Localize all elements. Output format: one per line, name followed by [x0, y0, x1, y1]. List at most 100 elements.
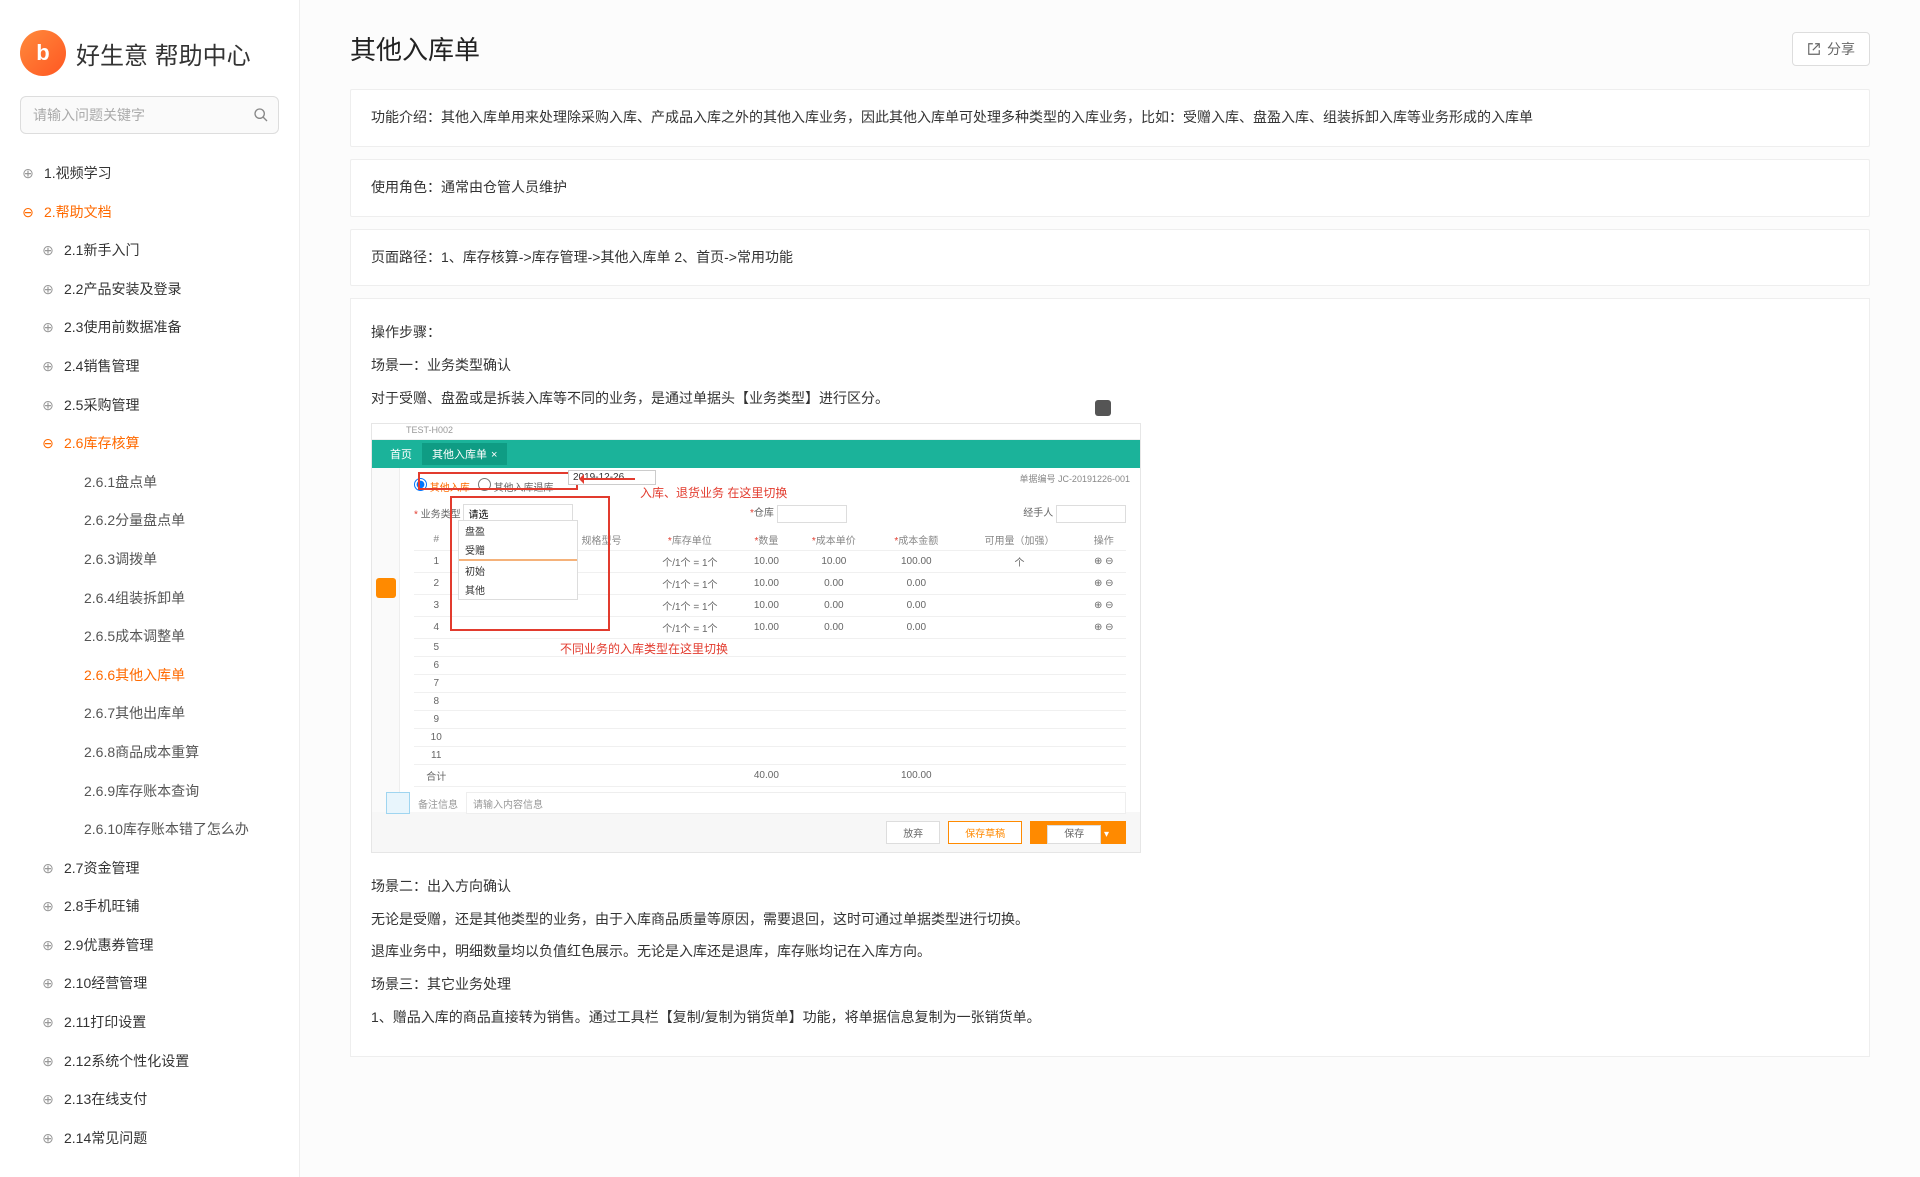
nav-item-2-6-5[interactable]: 2.6.5成本调整单 [84, 617, 279, 656]
nav-label: 2.8手机旺铺 [64, 893, 139, 920]
nav-label: 2.7资金管理 [64, 855, 139, 882]
shot-footer: 备注信息 请输入内容信息 [386, 792, 1126, 814]
share-label: 分享 [1827, 39, 1855, 59]
nav-item-2-6-7[interactable]: 2.6.7其他出库单 [84, 694, 279, 733]
nav-label: 2.6库存核算 [64, 430, 139, 457]
intro-text: 其他入库单用来处理除采购入库、产成品入库之外的其他入库业务，因此其他入库单可处理… [441, 109, 1533, 125]
nav-item-2-4[interactable]: ⊕2.4销售管理 [40, 347, 279, 386]
nav-label: 2.3使用前数据准备 [64, 314, 181, 341]
plus-icon: ⊕ [40, 1053, 56, 1069]
annotation-label-1: 入库、退货业务 在这里切换 [640, 484, 787, 501]
avatar-icon [1095, 400, 1111, 416]
page-title: 其他入库单 [350, 30, 480, 67]
nav-item-2-6-8[interactable]: 2.6.8商品成本重算 [84, 733, 279, 772]
minus-icon: ⊖ [40, 435, 56, 451]
nav-label: 2.5采购管理 [64, 392, 139, 419]
nav-item-2-3[interactable]: ⊕2.3使用前数据准备 [40, 308, 279, 347]
nav-label: 2.帮助文档 [44, 199, 112, 226]
shot-sidebar [372, 468, 400, 812]
shot-test-env: TEST-H002 [372, 425, 453, 435]
shot-buttons: 放弃 保存草稿 保存 ▾ [886, 821, 1126, 844]
shot-tab-home: 首页 [380, 443, 422, 465]
search-wrap [20, 96, 279, 134]
annotation-label-2: 不同业务的入库类型在这里切换 [560, 640, 728, 657]
intro-label: 功能介绍： [371, 109, 441, 125]
nav-label: 1.视频学习 [44, 160, 112, 187]
shot-notes: 请输入内容信息 [466, 792, 1126, 814]
nav-label: 2.1新手入门 [64, 237, 139, 264]
scene1-title: 场景一：业务类型确认 [371, 352, 1849, 379]
plus-icon: ⊕ [40, 976, 56, 992]
path-text: 1、库存核算->库存管理->其他入库单 2、首页->常用功能 [441, 249, 793, 265]
steps-title: 操作步骤： [371, 319, 1849, 346]
share-icon [1807, 42, 1821, 56]
nav-label: 2.6.9库存账本查询 [84, 778, 199, 805]
intro-box: 功能介绍：其他入库单用来处理除采购入库、产成品入库之外的其他入库业务，因此其他入… [350, 89, 1870, 147]
nav-label: 2.6.8商品成本重算 [84, 739, 199, 766]
nav-item-2-14[interactable]: ⊕2.14常见问题 [40, 1119, 279, 1158]
plus-icon: ⊕ [40, 1130, 56, 1146]
search-input[interactable] [20, 96, 279, 134]
nav-item-2-13[interactable]: ⊕ 2.13在线支付 [40, 1080, 279, 1119]
plus-icon: ⊕ [40, 358, 56, 374]
nav-label: 2.13在线支付 [64, 1086, 147, 1113]
nav-item-2-10[interactable]: ⊕2.10经营管理 [40, 964, 279, 1003]
nav-item-2-8[interactable]: ⊕ 2.8手机旺铺 [40, 887, 279, 926]
plus-icon: ⊕ [40, 281, 56, 297]
nav-item-2-5[interactable]: ⊕ 2.5采购管理 [40, 386, 279, 425]
close-icon: × [491, 449, 497, 461]
main-content: 其他入库单 分享 功能介绍：其他入库单用来处理除采购入库、产成品入库之外的其他入… [300, 0, 1920, 1177]
logo-icon: b [20, 30, 66, 76]
nav-label: 2.2产品安装及登录 [64, 276, 181, 303]
site-title: 好生意 帮助中心 [76, 36, 251, 71]
nav-label: 2.6.5成本调整单 [84, 623, 185, 650]
path-box: 页面路径：1、库存核算->库存管理->其他入库单 2、首页->常用功能 [350, 229, 1870, 287]
plus-icon: ⊕ [20, 165, 36, 181]
nav-item-2-2[interactable]: ⊕ 2.2产品安装及登录 [40, 270, 279, 309]
scene2-title: 场景二：出入方向确认 [371, 873, 1849, 900]
nav-label: 2.6.7其他出库单 [84, 700, 185, 727]
nav-label: 2.6.3调拨单 [84, 546, 157, 573]
scene3-text1: 1、赠品入库的商品直接转为销售。通过工具栏【复制/复制为销货单】功能，将单据信息… [371, 1004, 1849, 1031]
nav-item-2-12[interactable]: ⊕2.12系统个性化设置 [40, 1042, 279, 1081]
nav-label: 2.6.1盘点单 [84, 469, 157, 496]
nav-item-2-6[interactable]: ⊖ 2.6库存核算 [40, 424, 279, 463]
shot-btn-draft: 保存草稿 [948, 821, 1022, 844]
nav-item-2-9[interactable]: ⊕ 2.9优惠券管理 [40, 926, 279, 965]
nav-item-2-6-9[interactable]: 2.6.9库存账本查询 [84, 772, 279, 811]
scene2-text1: 无论是受赠，还是其他类型的业务，由于入库商品质量等原因，需要退回，这时可通过单据… [371, 906, 1849, 933]
nav-item-2-1[interactable]: ⊕ 2.1新手入门 [40, 231, 279, 270]
site-logo-row: b 好生意 帮助中心 [20, 30, 279, 76]
nav-item-2-6-3[interactable]: 2.6.3调拨单 [84, 540, 279, 579]
nav-item-2-6-6[interactable]: 2.6.6其他入库单 [84, 656, 279, 695]
share-button[interactable]: 分享 [1792, 32, 1870, 66]
nav-item-2-6-1[interactable]: 2.6.1盘点单 [84, 463, 279, 502]
arrow-icon [580, 478, 635, 480]
plus-icon: ⊕ [40, 1092, 56, 1108]
nav-item-2-6-10[interactable]: 2.6.10库存账本错了怎么办 [84, 810, 279, 849]
scene2-text2: 退库业务中，明细数量均以负值红色展示。无论是入库还是退库，库存账均记在入库方向。 [371, 938, 1849, 965]
plus-icon: ⊕ [40, 397, 56, 413]
shot-tab-current: 其他入库单× [422, 443, 507, 465]
nav-label: 2.6.2分量盘点单 [84, 507, 185, 534]
nav-item-docs[interactable]: ⊖2.帮助文档 [20, 193, 279, 232]
nav-label: 2.6.4组装拆卸单 [84, 585, 185, 612]
nav-label: 2.6.10库存账本错了怎么办 [84, 816, 249, 843]
nav-item-2-6-2[interactable]: 2.6.2分量盘点单 [84, 501, 279, 540]
nav-item-2-6-4[interactable]: 2.6.4组装拆卸单 [84, 579, 279, 618]
annotation-box [418, 472, 578, 490]
nav-item-2-11[interactable]: ⊕2.11打印设置 [40, 1003, 279, 1042]
plus-icon: ⊕ [40, 899, 56, 915]
nav-label: 2.9优惠券管理 [64, 932, 153, 959]
scene3-title: 场景三：其它业务处理 [371, 971, 1849, 998]
plus-icon: ⊕ [40, 242, 56, 258]
shot-tabbar: 首页 其他入库单× App下载 应用管理 帮助中心 CC [372, 440, 1140, 468]
role-text: 通常由仓管人员维护 [441, 179, 567, 195]
shot-dropdown: 盘盈 受赠 初始 其他 [458, 520, 578, 600]
nav-item-2-7[interactable]: ⊕2.7资金管理 [40, 849, 279, 888]
search-icon[interactable] [253, 107, 269, 123]
plus-icon: ⊕ [40, 937, 56, 953]
nav-item-video[interactable]: ⊕ 1.视频学习 [20, 154, 279, 193]
sidebar: b 好生意 帮助中心 ⊕1.视频学习 ⊖2.帮助文档 ⊕2.1新手入门 ⊕2.2… [0, 0, 300, 1177]
path-label: 页面路径： [371, 249, 441, 265]
